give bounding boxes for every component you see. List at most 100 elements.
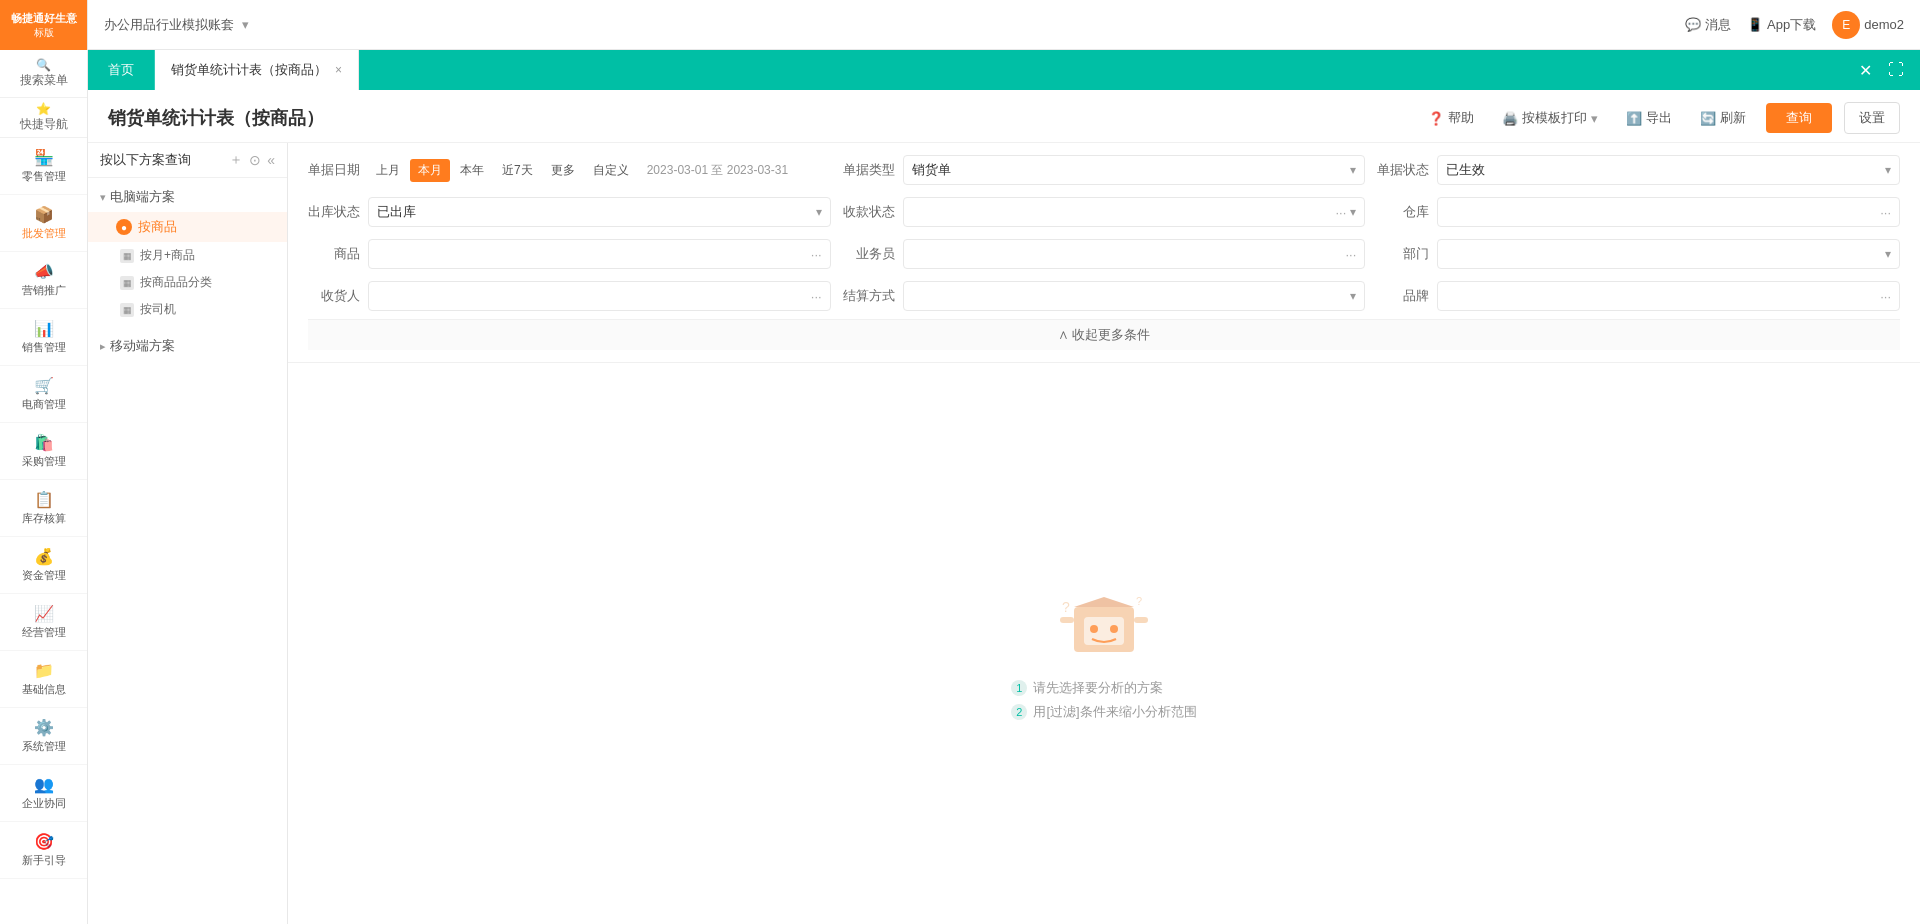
scheme-item-category[interactable]: ▦ 按商品品分类 bbox=[88, 269, 287, 296]
dropdown-arrow[interactable]: ▾ bbox=[242, 17, 249, 32]
sidebar: 畅捷通好生意 标版 🔍 搜索菜单 ⭐ 快捷导航 🏪 零售管理 📦 批发管理 📣 … bbox=[0, 0, 88, 924]
sidebar-item-basicinfo[interactable]: 📁 基础信息 bbox=[0, 651, 87, 708]
sidebar-item-purchase[interactable]: 🛍️ 采购管理 bbox=[0, 423, 87, 480]
industry-name: 办公用品行业模拟账套 bbox=[104, 16, 234, 34]
group-arrow-down: ▾ bbox=[100, 191, 106, 204]
date-tab-custom[interactable]: 自定义 bbox=[585, 159, 637, 182]
sidebar-item-finance[interactable]: 💰 资金管理 bbox=[0, 537, 87, 594]
scheme-group-mobile-header[interactable]: ▸ 移动端方案 bbox=[88, 331, 287, 361]
right-main: 单据日期 上月 本月 本年 近7天 更多 自定义 2023-03-01 至 20… bbox=[288, 143, 1920, 924]
wholesale-icon: 📦 bbox=[34, 205, 54, 224]
payment-arrow bbox=[1350, 205, 1356, 219]
salesman-input[interactable]: ··· bbox=[903, 239, 1366, 269]
basicinfo-label: 基础信息 bbox=[22, 682, 66, 697]
brand-input[interactable]: ··· bbox=[1437, 281, 1900, 311]
goods-input[interactable]: ··· bbox=[368, 239, 831, 269]
sidebar-item-ecommerce[interactable]: 🛒 电商管理 bbox=[0, 366, 87, 423]
sales-label: 销售管理 bbox=[22, 340, 66, 355]
filter-outstatus-cell: 出库状态 已出库 bbox=[308, 197, 831, 227]
date-tab-7days[interactable]: 近7天 bbox=[494, 159, 541, 182]
marketing-label: 营销推广 bbox=[22, 283, 66, 298]
outstatus-input[interactable]: 已出库 bbox=[368, 197, 831, 227]
help-button[interactable]: ❓ 帮助 bbox=[1420, 105, 1482, 131]
sidebar-item-system[interactable]: ⚙️ 系统管理 bbox=[0, 708, 87, 765]
category-label: 按商品品分类 bbox=[140, 274, 212, 291]
settings-button[interactable]: 设置 bbox=[1844, 102, 1900, 134]
purchase-icon: 🛍️ bbox=[34, 433, 54, 452]
hint-num-1: 1 bbox=[1011, 680, 1027, 696]
date-tab-thismonth[interactable]: 本月 bbox=[410, 159, 450, 182]
query-button[interactable]: 查询 bbox=[1766, 103, 1832, 133]
active-tab-label: 销货单统计计表（按商品） bbox=[171, 61, 327, 79]
username: demo2 bbox=[1864, 17, 1904, 32]
filter-row-4: 收货人 ··· 结算方式 bbox=[308, 281, 1900, 311]
warehouse-label: 仓库 bbox=[1377, 203, 1437, 221]
billstatus-input[interactable]: 已生效 bbox=[1437, 155, 1900, 185]
export-icon: ⬆️ bbox=[1626, 111, 1642, 126]
search-label: 搜索菜单 bbox=[4, 72, 83, 89]
billtype-value: 销货单 bbox=[912, 161, 951, 179]
scheme-item-driver[interactable]: ▦ 按司机 bbox=[88, 296, 287, 323]
scheme-item-month-goods[interactable]: ▦ 按月+商品 bbox=[88, 242, 287, 269]
department-input[interactable] bbox=[1437, 239, 1900, 269]
message-button[interactable]: 💬 消息 bbox=[1685, 16, 1731, 34]
sidebar-item-operations[interactable]: 📈 经营管理 bbox=[0, 594, 87, 651]
sidebar-item-search[interactable]: 🔍 搜索菜单 bbox=[0, 50, 87, 98]
scheme-item-by-goods[interactable]: ● 按商品 bbox=[88, 212, 287, 242]
sidebar-item-retail[interactable]: 🏪 零售管理 bbox=[0, 138, 87, 195]
top-header: 办公用品行业模拟账套 ▾ 💬 消息 📱 App下载 E demo2 bbox=[88, 0, 1920, 50]
collapse-filter-button[interactable]: ∧ 收起更多条件 bbox=[308, 319, 1900, 350]
filter-billstatus-cell: 单据状态 已生效 bbox=[1377, 155, 1900, 185]
page-header: 销货单统计计表（按商品） ❓ 帮助 🖨️ 按模板打印 ▾ ⬆️ 导出 🔄 刷 bbox=[88, 90, 1920, 143]
export-button[interactable]: ⬆️ 导出 bbox=[1618, 105, 1680, 131]
basicinfo-icon: 📁 bbox=[34, 661, 54, 680]
date-tab-more[interactable]: 更多 bbox=[543, 159, 583, 182]
app-download-button[interactable]: 📱 App下载 bbox=[1747, 16, 1816, 34]
billstatus-value: 已生效 bbox=[1446, 161, 1485, 179]
collapse-panel-icon[interactable]: « bbox=[267, 152, 275, 168]
outstatus-value: 已出库 bbox=[377, 203, 416, 221]
outstatus-arrow bbox=[816, 205, 822, 219]
scheme-group-pc-header[interactable]: ▾ 电脑端方案 bbox=[88, 182, 287, 212]
empty-hint-2: 2 用[过滤]条件来缩小分析范围 bbox=[1011, 703, 1196, 721]
date-tab-lastmonth[interactable]: 上月 bbox=[368, 159, 408, 182]
date-tab-thisyear[interactable]: 本年 bbox=[452, 159, 492, 182]
ecommerce-label: 电商管理 bbox=[22, 397, 66, 412]
refresh-button[interactable]: 🔄 刷新 bbox=[1692, 105, 1754, 131]
brand-dots: ··· bbox=[1880, 289, 1891, 304]
settlement-input[interactable] bbox=[903, 281, 1366, 311]
tab-home[interactable]: 首页 bbox=[88, 50, 155, 90]
empty-hint: 1 请先选择要分析的方案 2 用[过滤]条件来缩小分析范围 bbox=[1011, 679, 1196, 721]
tab-minimize-icon[interactable]: ✕ bbox=[1855, 57, 1876, 84]
recipient-input[interactable]: ··· bbox=[368, 281, 831, 311]
goods-dots: ··· bbox=[811, 247, 822, 262]
print-button[interactable]: 🖨️ 按模板打印 ▾ bbox=[1494, 105, 1606, 131]
scheme-panel-header: 按以下方案查询 ＋ ⊙ « bbox=[88, 143, 287, 178]
tab-close-button[interactable]: × bbox=[335, 63, 342, 77]
edit-scheme-icon[interactable]: ⊙ bbox=[249, 152, 261, 168]
sidebar-item-sales[interactable]: 📊 销售管理 bbox=[0, 309, 87, 366]
operations-icon: 📈 bbox=[34, 604, 54, 623]
sales-icon: 📊 bbox=[34, 319, 54, 338]
sidebar-item-wholesale[interactable]: 📦 批发管理 bbox=[0, 195, 87, 252]
sidebar-item-enterprise[interactable]: 👥 企业协同 bbox=[0, 765, 87, 822]
filter-payment-cell: 收款状态 ··· bbox=[843, 197, 1366, 227]
warehouse-input[interactable]: ··· bbox=[1437, 197, 1900, 227]
quicknav-label: 快捷导航 bbox=[0, 116, 87, 133]
add-scheme-icon[interactable]: ＋ bbox=[229, 151, 243, 169]
billtype-input[interactable]: 销货单 bbox=[903, 155, 1366, 185]
tab-maximize-icon[interactable]: ⛶ bbox=[1884, 57, 1908, 83]
tab-active[interactable]: 销货单统计计表（按商品） × bbox=[155, 50, 359, 90]
warehouse-dots: ··· bbox=[1880, 205, 1891, 220]
payment-input[interactable]: ··· bbox=[903, 197, 1366, 227]
svg-rect-5 bbox=[1134, 617, 1148, 623]
sidebar-item-guide[interactable]: 🎯 新手引导 bbox=[0, 822, 87, 879]
collapse-up-icon: ∧ bbox=[1058, 327, 1073, 342]
hint-text-2: 用[过滤]条件来缩小分析范围 bbox=[1033, 703, 1196, 721]
sidebar-item-quicknav[interactable]: ⭐ 快捷导航 bbox=[0, 98, 87, 138]
user-profile[interactable]: E demo2 bbox=[1832, 11, 1904, 39]
refresh-label: 刷新 bbox=[1720, 109, 1746, 127]
app-logo: 畅捷通好生意 标版 bbox=[0, 0, 87, 50]
sidebar-item-inventory[interactable]: 📋 库存核算 bbox=[0, 480, 87, 537]
sidebar-item-marketing[interactable]: 📣 营销推广 bbox=[0, 252, 87, 309]
